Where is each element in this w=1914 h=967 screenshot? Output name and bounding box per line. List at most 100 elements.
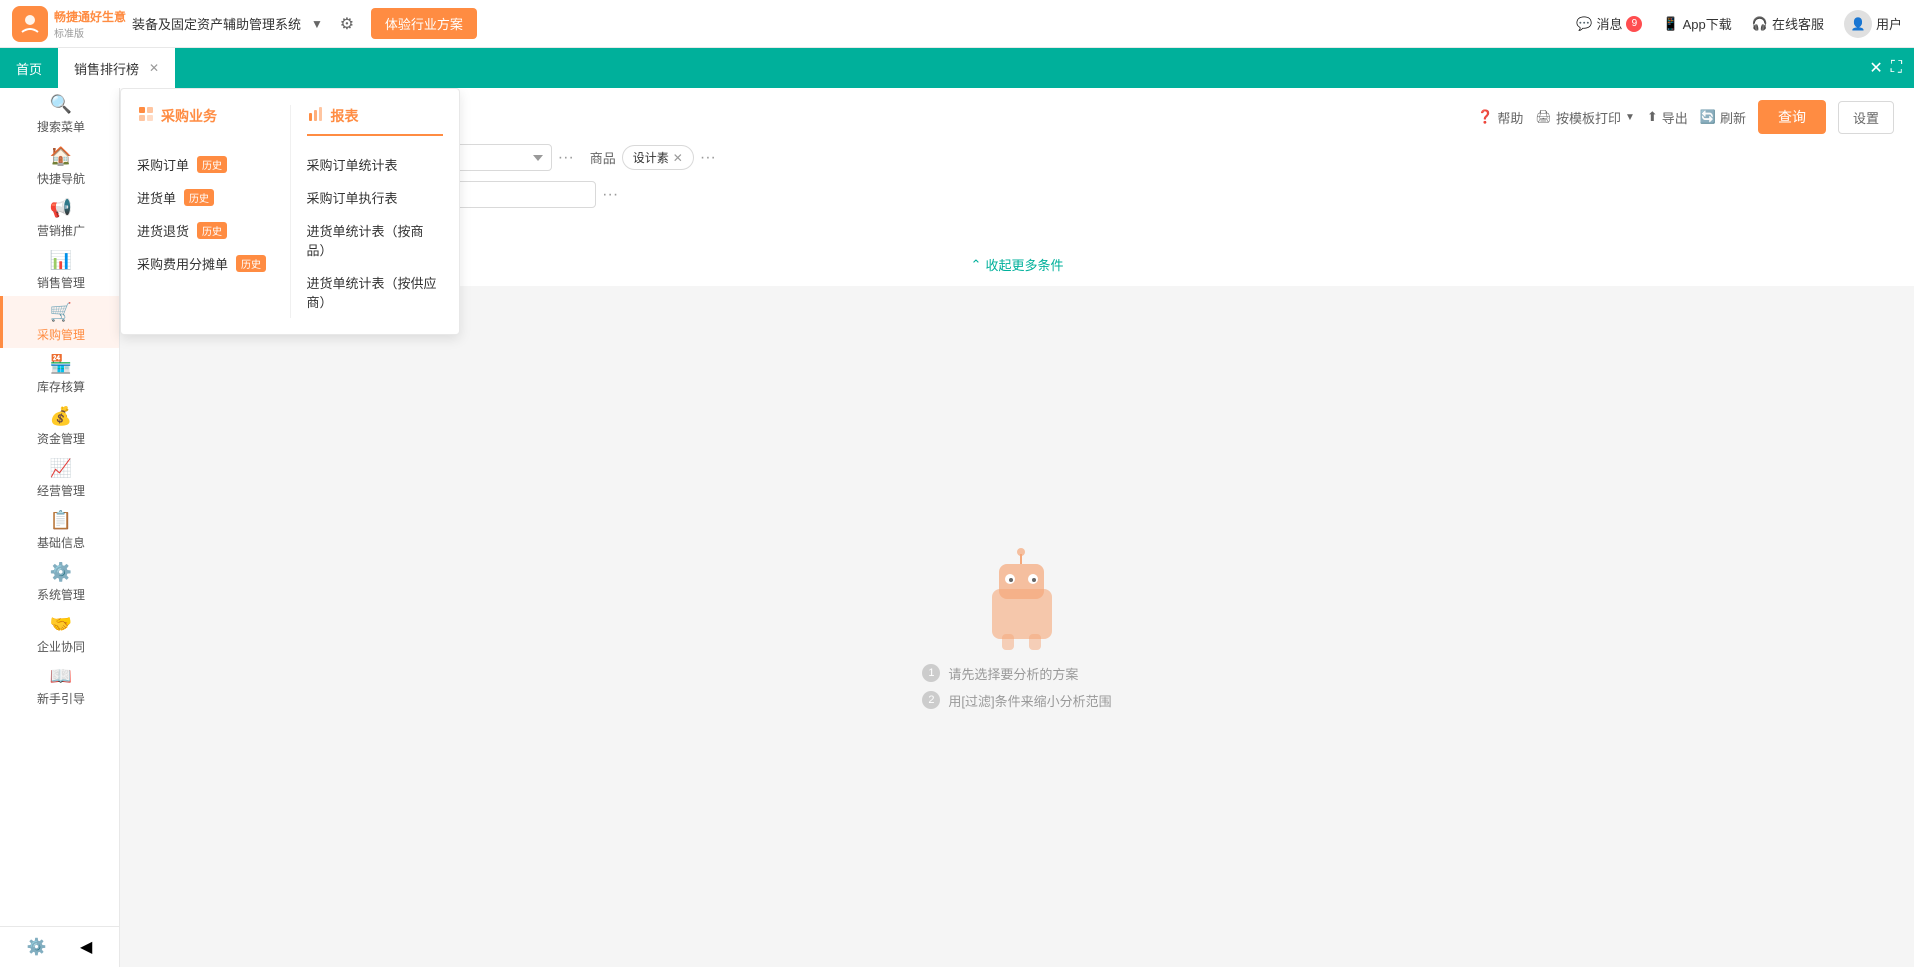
settings-icon-btn[interactable]: ⚙ [333,10,361,38]
col1-icon [137,105,155,126]
collapse-btn[interactable]: ⌃ 收起更多条件 [971,255,1064,274]
item-label: 进货单统计表（按供应商） [307,273,444,311]
col2-title: 报表 [331,106,359,126]
search-icon: 🔍 [50,94,72,115]
history-badge: 历史 [197,222,227,239]
item-label: 采购订单执行表 [307,188,398,207]
goods-more-btn[interactable]: ··· [700,149,716,167]
sidebar-item-finance[interactable]: 💰 资金管理 [0,400,119,452]
sidebar-item-operations[interactable]: 📈 经营管理 [0,452,119,504]
sidebar-item-search[interactable]: 🔍 搜索菜单 [0,88,119,140]
sidebar-bottom: ⚙️ ◀ [0,926,119,967]
purchase-dropdown-menu: 采购业务 采购订单 历史 进货单 历史 进货退货 历史 采购费用分摊单 历史 [120,88,460,335]
sidebar-item-system[interactable]: ⚙️ 系统管理 [0,556,119,608]
user-label: 用户 [1876,14,1902,33]
dropdown-item-receipt-stat-goods[interactable]: 进货单统计表（按商品） [307,214,444,266]
sidebar-settings-btn[interactable]: ⚙️ [27,937,47,957]
sidebar-cooperation-label: 企业协同 [37,638,85,655]
dropdown-item-purchase-expense[interactable]: 采购费用分摊单 历史 [137,247,274,280]
guide-icon: 📖 [50,666,72,687]
export-btn[interactable]: ⬆ 导出 [1647,108,1688,127]
col2-icon [307,105,325,126]
user-btn[interactable]: 👤 用户 [1844,10,1902,38]
sidebar-item-cooperation[interactable]: 🤝 企业协同 [0,608,119,660]
sidebar-item-basic-info[interactable]: 📋 基础信息 [0,504,119,556]
step-2-text: 用[过滤]条件来缩小分析范围 [948,691,1111,710]
step-1-num: 1 [922,664,940,682]
dropdown-item-goods-return[interactable]: 进货退货 历史 [137,214,274,247]
sidebar-system-label: 系统管理 [37,586,85,603]
tab-sales-ranking-label: 销售排行榜 [74,59,139,78]
inventory-icon: 🏪 [50,354,72,375]
tab-close-window-btn[interactable]: ✕ [1869,58,1882,78]
sidebar-item-marketing[interactable]: 📢 营销推广 [0,192,119,244]
system-icon: ⚙️ [50,562,72,583]
tab-sales-ranking[interactable]: 销售排行榜 ✕ [58,48,175,88]
bill-status-more-btn[interactable]: ··· [558,149,574,167]
empty-steps: 1 请先选择要分析的方案 2 用[过滤]条件来缩小分析范围 [922,664,1111,710]
system-dropdown-btn[interactable]: ▼ [311,17,323,31]
dropdown-item-receipt-stat-supplier[interactable]: 进货单统计表（按供应商） [307,266,444,318]
tab-bar-actions: ✕ ⛶ [1869,58,1914,78]
sidebar-guide-label: 新手引导 [37,690,85,707]
history-badge: 历史 [184,189,214,206]
empty-step-1: 1 请先选择要分析的方案 [922,664,1111,683]
sidebar-collapse-btn[interactable]: ◀ [80,937,92,957]
help-btn[interactable]: ❓ 帮助 [1477,108,1523,127]
dropdown-item-goods-receipt[interactable]: 进货单 历史 [137,181,274,214]
item-label: 进货退货 [137,221,189,240]
print-btn[interactable]: 🖨 按模板打印 ▼ [1535,108,1634,127]
logo-text-block: 畅捷通好生意 标准版 [54,8,126,40]
logo-icon [12,6,48,42]
industry-btn[interactable]: 体验行业方案 [371,8,477,39]
sidebar-sales-label: 销售管理 [37,274,85,291]
salesman-more-btn[interactable]: ··· [602,186,618,204]
goods-tag: 设计素 ✕ [622,145,694,170]
sidebar-search-label: 搜索菜单 [37,118,85,135]
empty-illustration [947,544,1087,654]
col1-header: 采购业务 [137,105,274,136]
sidebar-item-guide[interactable]: 📖 新手引导 [0,660,119,712]
dropdown-item-purchase-order[interactable]: 采购订单 历史 [137,148,274,181]
dropdown-col-purchase: 采购业务 采购订单 历史 进货单 历史 进货退货 历史 采购费用分摊单 历史 [137,105,274,318]
online-service-btn[interactable]: 🎧 在线客服 [1752,14,1824,33]
sidebar-item-inventory[interactable]: 🏪 库存核算 [0,348,119,400]
sidebar-item-purchase[interactable]: 🛒 采购管理 [0,296,119,348]
empty-state: 1 请先选择要分析的方案 2 用[过滤]条件来缩小分析范围 [120,286,1914,967]
print-dropdown-icon: ▼ [1625,112,1635,123]
query-btn[interactable]: 查询 [1758,100,1826,134]
goods-tag-close-icon[interactable]: ✕ [673,151,683,165]
help-icon: ❓ [1477,109,1493,125]
tab-bar: 首页 销售排行榜 ✕ ✕ ⛶ [0,48,1914,88]
filter-settings-btn[interactable]: 设置 [1838,101,1894,134]
tab-maximize-btn[interactable]: ⛶ [1891,59,1902,77]
logo-area: 畅捷通好生意 标准版 [12,6,132,42]
item-label: 进货单 [137,188,176,207]
goods-tag-value: 设计素 [633,149,669,166]
sidebar-item-sales[interactable]: 📊 销售管理 [0,244,119,296]
main-layout: 🔍 搜索菜单 🏠 快捷导航 📢 营销推广 📊 销售管理 🛒 采购管理 🏪 库存核… [0,88,1914,967]
basic-info-icon: 📋 [50,510,72,531]
col2-header: 报表 [307,105,444,136]
sidebar-purchase-label: 采购管理 [37,326,85,343]
headset-icon: 🎧 [1752,16,1768,32]
online-service-label: 在线客服 [1772,14,1824,33]
step-2-num: 2 [922,691,940,709]
header-right: 💬 消息 9 📱 App下载 🎧 在线客服 👤 用户 [1576,10,1902,38]
sales-icon: 📊 [50,250,72,271]
tab-home[interactable]: 首页 [0,48,58,88]
col1-title: 采购业务 [161,106,217,126]
tab-close-icon[interactable]: ✕ [149,61,159,75]
goods-label: 商品 [590,148,616,167]
sidebar-item-navigation[interactable]: 🏠 快捷导航 [0,140,119,192]
sidebar-inventory-label: 库存核算 [37,378,85,395]
dropdown-item-order-exec[interactable]: 采购订单执行表 [307,181,444,214]
app-download-btn[interactable]: 📱 App下载 [1662,14,1731,33]
message-btn[interactable]: 💬 消息 9 [1576,14,1642,33]
dropdown-item-order-stat[interactable]: 采购订单统计表 [307,148,444,181]
sidebar-operations-label: 经营管理 [37,482,85,499]
sidebar-finance-label: 资金管理 [37,430,85,447]
refresh-btn[interactable]: 🔄 刷新 [1700,108,1746,127]
item-label: 采购订单统计表 [307,155,398,174]
dropdown-col-report: 报表 采购订单统计表 采购订单执行表 进货单统计表（按商品） 进货单统计表（按供… [307,105,444,318]
